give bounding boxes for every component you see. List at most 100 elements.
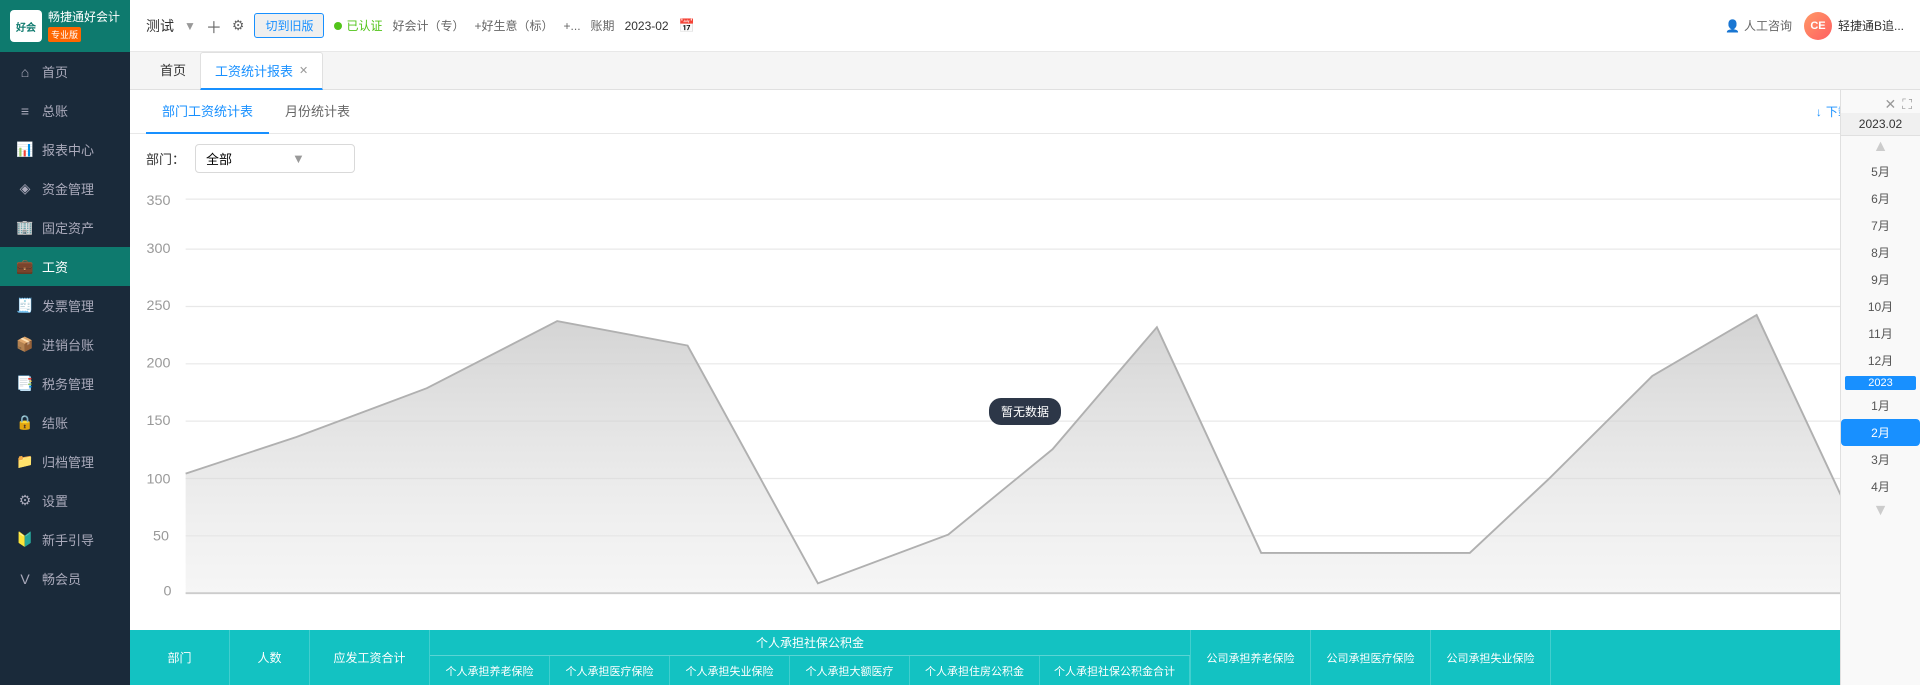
svg-text:250: 250 [147,298,171,313]
sidebar-item-tax[interactable]: 📑 税务管理 [0,364,130,403]
sidebar-item-reports[interactable]: 📊 报表中心 [0,130,130,169]
funds-icon: ◈ [16,180,34,197]
sidebar-item-invoice[interactable]: 🧾 发票管理 [0,286,130,325]
th-dept-label: 部门 [167,649,191,666]
svg-text:100: 100 [147,471,171,486]
expand-icon[interactable]: ⛶ [1902,96,1912,113]
sidebar-label-closing: 结账 [42,413,68,432]
right-panel-down-nav[interactable]: ▼ [1871,500,1891,522]
topbar-title: 测试 [146,16,174,36]
sidebar-item-vip[interactable]: V 畅会员 [0,559,130,598]
tab-close-icon[interactable]: ✕ [299,64,308,77]
assets-icon: 🏢 [16,219,34,236]
sub-tab-monthly[interactable]: 月份统计表 [269,90,366,134]
th-company-medical-label: 公司承担医疗保险 [1327,650,1415,666]
topbar-meta1: 好会计（专） [393,17,465,34]
archive-icon: 📁 [16,453,34,470]
sidebar-label-sales: 进销台账 [42,335,94,354]
tab-home[interactable]: 首页 [146,52,200,90]
topbar-right: 👤 人工咨询 CE 轻捷通B追... [1725,12,1904,40]
sidebar-label-reports: 报表中心 [42,140,94,159]
salary-icon: 💼 [16,258,34,275]
svg-text:200: 200 [147,355,171,370]
topbar-switch-button[interactable]: 切到旧版 [254,13,324,38]
sidebar-item-archive[interactable]: 📁 归档管理 [0,442,130,481]
sidebar-label-vip: 畅会员 [42,569,81,588]
sidebar-item-funds[interactable]: ◈ 资金管理 [0,169,130,208]
topbar-meta3: +... [564,19,581,33]
th-company-unemployment-label: 公司承担失业保险 [1447,650,1535,666]
sidebar-item-assets[interactable]: 🏢 固定资产 [0,208,130,247]
right-panel-month-10[interactable]: 10月 [1841,293,1920,320]
filter-value: 全部 [206,149,232,168]
th-social-total: 个人承担社保公积金合计 [1040,656,1190,685]
th-housing-fund: 个人承担住房公积金 [910,656,1040,685]
right-panel-month-6[interactable]: 6月 [1841,185,1920,212]
topbar-add-button[interactable]: ＋ [206,14,222,38]
right-panel-month-1[interactable]: 1月 [1841,392,1920,419]
topbar-period-label: 账期 [591,17,615,34]
topbar-status: 已认证 [334,17,382,34]
vip-icon: V [16,571,34,587]
sidebar-item-settings[interactable]: ⚙ 设置 [0,481,130,520]
right-panel-month-12[interactable]: 12月 [1841,347,1920,374]
topbar-dropdown-arrow[interactable]: ▼ [184,19,196,33]
right-panel-month-4[interactable]: 4月 [1841,473,1920,500]
svg-text:50: 50 [153,528,169,543]
ledger-icon: ≡ [16,103,34,119]
support-label: 人工咨询 [1744,17,1792,34]
th-housing-fund-label: 个人承担住房公积金 [925,663,1024,679]
th-dept: 部门 [130,630,230,685]
sidebar-item-sales[interactable]: 📦 进销台账 [0,325,130,364]
sidebar-item-ledger[interactable]: ≡ 总账 [0,91,130,130]
th-pension-label: 个人承担养老保险 [446,663,534,679]
th-major-medical-label: 个人承担大额医疗 [806,663,894,679]
right-panel-month-9[interactable]: 9月 [1841,266,1920,293]
th-medical-label: 个人承担医疗保险 [566,663,654,679]
tab-salary-report[interactable]: 工资统计报表 ✕ [200,52,323,90]
topbar-settings-icon[interactable]: ⚙ [232,17,245,34]
th-company-unemployment: 公司承担失业保险 [1431,630,1551,685]
logo-icon: 好会 [10,10,42,42]
sub-tab-dept[interactable]: 部门工资统计表 [146,90,269,134]
sub-tab-dept-label: 部门工资统计表 [162,101,253,120]
filter-label: 部门： [146,149,185,168]
sidebar-item-salary[interactable]: 💼 工资 [0,247,130,286]
sidebar-item-closing[interactable]: 🔒 结账 [0,403,130,442]
close-icon[interactable]: ✕ [1884,96,1896,113]
right-panel-controls: ✕ ⛶ [1841,90,1920,113]
sidebar-label-invoice: 发票管理 [42,296,94,315]
sidebar-label-home: 首页 [42,62,68,81]
calendar-icon[interactable]: 📅 [679,18,695,34]
chart-container: 0 50 100 150 200 250 300 350 [130,183,1920,630]
logo-name: 畅捷通好会计 [48,10,120,26]
sidebar-item-home[interactable]: ⌂ 首页 [0,52,130,91]
sidebar-label-tax: 税务管理 [42,374,94,393]
th-pension: 个人承担养老保险 [430,656,550,685]
support-icon: 👤 [1725,19,1740,33]
th-headcount-label: 人数 [257,649,281,666]
topbar-support-button[interactable]: 👤 人工咨询 [1725,17,1792,34]
department-select[interactable]: 全部 ▼ [195,144,355,173]
right-panel-month-8[interactable]: 8月 [1841,239,1920,266]
svg-text:300: 300 [147,240,171,255]
sub-tab-monthly-label: 月份统计表 [285,101,350,120]
user-name: 轻捷通B追... [1838,17,1904,34]
sidebar-logo: 好会 畅捷通好会计 专业版 [0,0,130,52]
right-panel-month-3[interactable]: 3月 [1841,446,1920,473]
sidebar-label-settings: 设置 [42,491,68,510]
right-panel-month-2[interactable]: 2月 [1841,419,1920,446]
right-panel-month-11[interactable]: 11月 [1841,320,1920,347]
logo-text: 畅捷通好会计 专业版 [48,10,120,42]
sidebar-item-guide[interactable]: 🔰 新手引导 [0,520,130,559]
content-area: 部门工资统计表 月份统计表 ↓ 下载 ↻ 刷新 部门： 全部 ▼ [130,90,1920,685]
right-panel-month-5[interactable]: 5月 [1841,158,1920,185]
settings-icon: ⚙ [16,492,34,509]
right-panel-month-7[interactable]: 7月 [1841,212,1920,239]
logo-badge: 专业版 [48,27,81,42]
tabs-bar: 首页 工资统计报表 ✕ [130,52,1920,90]
right-panel: ✕ ⛶ 2023.02 ▲ 5月 6月 7月 8月 9月 10月 11月 12月… [1840,90,1920,685]
chart-svg: 0 50 100 150 200 250 300 350 [140,193,1900,620]
right-panel-up-nav[interactable]: ▲ [1871,136,1891,158]
topbar-user[interactable]: CE 轻捷通B追... [1804,12,1904,40]
